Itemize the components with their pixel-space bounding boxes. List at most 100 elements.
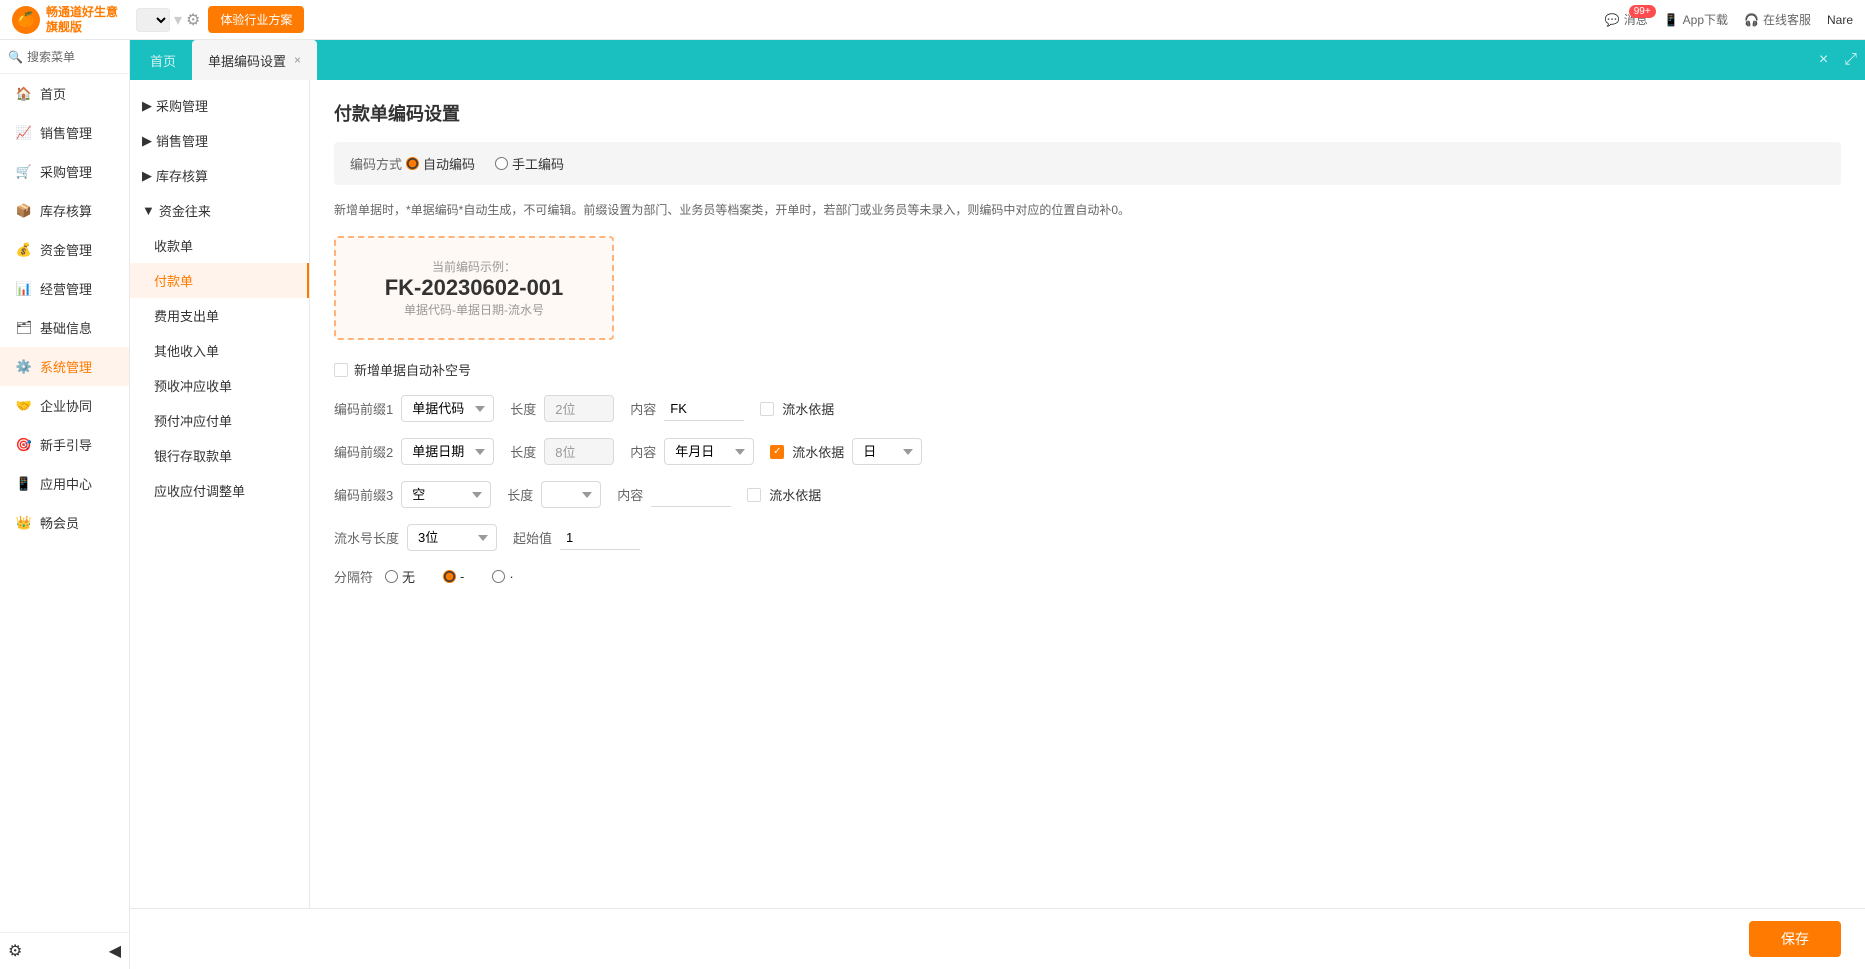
online-service-button[interactable]: 🎧 在线客服 bbox=[1744, 11, 1811, 28]
home-icon: 🏠 bbox=[16, 86, 32, 102]
user-name[interactable]: Nare bbox=[1827, 13, 1853, 27]
sub-sidebar-bank-deposit[interactable]: 银行存取款单 bbox=[130, 438, 309, 473]
prefix2-length-label: 长度 bbox=[510, 442, 536, 461]
prefix1-content-label: 内容 bbox=[630, 399, 656, 418]
prefix2-serial-checkbox[interactable]: ✓ bbox=[770, 445, 784, 459]
auto-radio-label[interactable]: 自动编码 bbox=[406, 154, 475, 173]
guide-icon: 🎯 bbox=[16, 437, 32, 453]
sub-sidebar-adjust[interactable]: 应收应付调整单 bbox=[130, 473, 309, 508]
preview-box: 当前编码示例： FK-20230602-001 单据代码-单据日期-流水号 bbox=[334, 236, 614, 340]
expand-icon[interactable]: ▾ bbox=[174, 10, 182, 30]
sidebar-bottom: ⚙ ◀ bbox=[0, 932, 129, 969]
prefix2-content-item: 内容 年月日 bbox=[630, 438, 754, 465]
tab-home[interactable]: 首页 bbox=[134, 40, 192, 80]
content-area: 首页 单据编码设置 × × ⤢ ▶ 采购管理 ▶ 销售管理 bbox=[130, 40, 1865, 969]
form-content: 付款单编码设置 编码方式 自动编码 手工编码 新增单据时，*单据编码*自动生成 bbox=[310, 80, 1865, 908]
prefix3-content-input[interactable] bbox=[651, 483, 731, 507]
auto-fill-checkbox[interactable] bbox=[334, 363, 348, 377]
sub-sidebar-prepay-receivable[interactable]: 预收冲应收单 bbox=[130, 368, 309, 403]
search-menu[interactable]: 🔍 搜索菜单 bbox=[0, 40, 129, 74]
tab-encoding[interactable]: 单据编码设置 × bbox=[192, 40, 317, 80]
prefix3-length-item: 长度 bbox=[507, 481, 601, 508]
prefix2-length-item: 长度 bbox=[510, 438, 614, 465]
prefix2-content-label: 内容 bbox=[630, 442, 656, 461]
settings-icon[interactable]: ⚙ bbox=[186, 10, 200, 30]
prefix1-serial-checkbox[interactable] bbox=[760, 402, 774, 416]
sub-sidebar-expense[interactable]: 费用支出单 bbox=[130, 298, 309, 333]
separator-dash-radio[interactable] bbox=[443, 570, 456, 583]
serial-length-select[interactable]: 3位 bbox=[407, 524, 497, 551]
prefix1-serial-item: 流水依据 bbox=[760, 399, 834, 418]
separator-dash-label[interactable]: - bbox=[443, 569, 464, 584]
inventory-icon: 📦 bbox=[16, 203, 32, 219]
separator-dot-radio[interactable] bbox=[492, 570, 505, 583]
prefix1-select[interactable]: 单据代码 bbox=[401, 395, 494, 422]
sidebar-item-sales[interactable]: 📈 销售管理 bbox=[0, 113, 129, 152]
industry-solution-button[interactable]: 体验行业方案 bbox=[208, 6, 304, 33]
prefix3-length-select[interactable] bbox=[541, 481, 601, 508]
sub-sidebar-other-income[interactable]: 其他收入单 bbox=[130, 333, 309, 368]
prefix2-serial-item: ✓ 流水依据 日 bbox=[770, 438, 922, 465]
prefix3-select[interactable]: 空 bbox=[401, 481, 491, 508]
sidebar-item-system[interactable]: ⚙️ 系统管理 bbox=[0, 347, 129, 386]
separator-row: 分隔符 无 - · bbox=[334, 567, 1841, 586]
prefix1-row: 编码前缀1 单据代码 长度 内容 流水 bbox=[334, 395, 1841, 422]
app-download-button[interactable]: 📱 App下载 bbox=[1664, 11, 1728, 28]
separator-label: 分隔符 bbox=[334, 567, 373, 586]
sub-sidebar-receipt[interactable]: 收款单 bbox=[130, 228, 309, 263]
prefix2-serial-unit-select[interactable]: 日 bbox=[852, 438, 922, 465]
manual-radio-input[interactable] bbox=[495, 157, 508, 170]
start-value-input[interactable] bbox=[560, 526, 640, 550]
prefix2-content-select[interactable]: 年月日 bbox=[664, 438, 754, 465]
cooperation-icon: 🤝 bbox=[16, 398, 32, 414]
sidebar-item-inventory[interactable]: 📦 库存核算 bbox=[0, 191, 129, 230]
sidebar-item-cooperation[interactable]: 🤝 企业协同 bbox=[0, 386, 129, 425]
sidebar-item-apps[interactable]: 📱 应用中心 bbox=[0, 464, 129, 503]
sidebar-item-basic[interactable]: 🗂 基础信息 bbox=[0, 308, 129, 347]
tab-bar: 首页 单据编码设置 × × ⤢ bbox=[130, 40, 1865, 80]
save-button[interactable]: 保存 bbox=[1749, 921, 1841, 957]
info-text: 新增单据时，*单据编码*自动生成，不可编辑。前缀设置为部门、业务员等档案类，开单… bbox=[334, 201, 1841, 220]
tab-close-icon[interactable]: × bbox=[294, 53, 301, 67]
prefix1-content-input[interactable] bbox=[664, 397, 744, 421]
logo-icon: 🍊 bbox=[12, 6, 40, 34]
sidebar-item-purchase[interactable]: 🛒 采购管理 bbox=[0, 152, 129, 191]
sub-sidebar-inventory[interactable]: ▶ 库存核算 bbox=[130, 158, 309, 193]
sidebar-item-home[interactable]: 🏠 首页 bbox=[0, 74, 129, 113]
prefix1-length-input bbox=[544, 395, 614, 422]
sidebar-item-member[interactable]: 👑 畅会员 bbox=[0, 503, 129, 542]
chevron-right-icon2: ▶ bbox=[142, 133, 152, 149]
logo-text: 畅通道好生意 旗舰版 bbox=[46, 5, 118, 34]
sub-sidebar-payment[interactable]: 付款单 bbox=[130, 263, 309, 298]
manual-radio-label[interactable]: 手工编码 bbox=[495, 154, 564, 173]
encoding-label: 编码方式 bbox=[350, 154, 402, 173]
prefix3-label: 编码前缀3 bbox=[334, 485, 393, 504]
maximize-icon[interactable]: ⤢ bbox=[1840, 51, 1861, 69]
prefix3-serial-checkbox[interactable] bbox=[747, 488, 761, 502]
sub-sidebar-sales[interactable]: ▶ 销售管理 bbox=[130, 123, 309, 158]
prefix2-select[interactable]: 单据日期 bbox=[401, 438, 494, 465]
collapse-icon[interactable]: ◀ bbox=[109, 941, 121, 961]
separator-dot-label[interactable]: · bbox=[492, 569, 513, 584]
top-bar: 🍊 畅通道好生意 旗舰版 ▾ ⚙ 体验行业方案 💬 消息 99+ 📱 App下载… bbox=[0, 0, 1865, 40]
sub-sidebar-capital[interactable]: ▼ 资金往来 bbox=[130, 193, 309, 228]
prefix3-length-label: 长度 bbox=[507, 485, 533, 504]
close-window-icon[interactable]: × bbox=[1815, 51, 1832, 69]
nav-dropdown[interactable] bbox=[136, 8, 170, 32]
separator-none-label[interactable]: 无 bbox=[385, 567, 415, 586]
sidebar-item-guide[interactable]: 🎯 新手引导 bbox=[0, 425, 129, 464]
settings-bottom-icon[interactable]: ⚙ bbox=[8, 941, 22, 961]
prefix3-content-label: 内容 bbox=[617, 485, 643, 504]
message-button[interactable]: 💬 消息 99+ bbox=[1605, 11, 1648, 28]
purchase-icon: 🛒 bbox=[16, 164, 32, 180]
auto-radio-input[interactable] bbox=[406, 157, 419, 170]
prefix3-serial-item: 流水依据 bbox=[747, 485, 821, 504]
sidebar-item-finance[interactable]: 💰 资金管理 bbox=[0, 230, 129, 269]
prefix3-content-item: 内容 bbox=[617, 483, 731, 507]
sidebar-item-operations[interactable]: 📊 经营管理 bbox=[0, 269, 129, 308]
start-value-item: 起始值 bbox=[513, 526, 640, 550]
separator-none-radio[interactable] bbox=[385, 570, 398, 583]
sub-sidebar-prepay-payable[interactable]: 预付冲应付单 bbox=[130, 403, 309, 438]
finance-icon: 💰 bbox=[16, 242, 32, 258]
sub-sidebar-purchase[interactable]: ▶ 采购管理 bbox=[130, 88, 309, 123]
